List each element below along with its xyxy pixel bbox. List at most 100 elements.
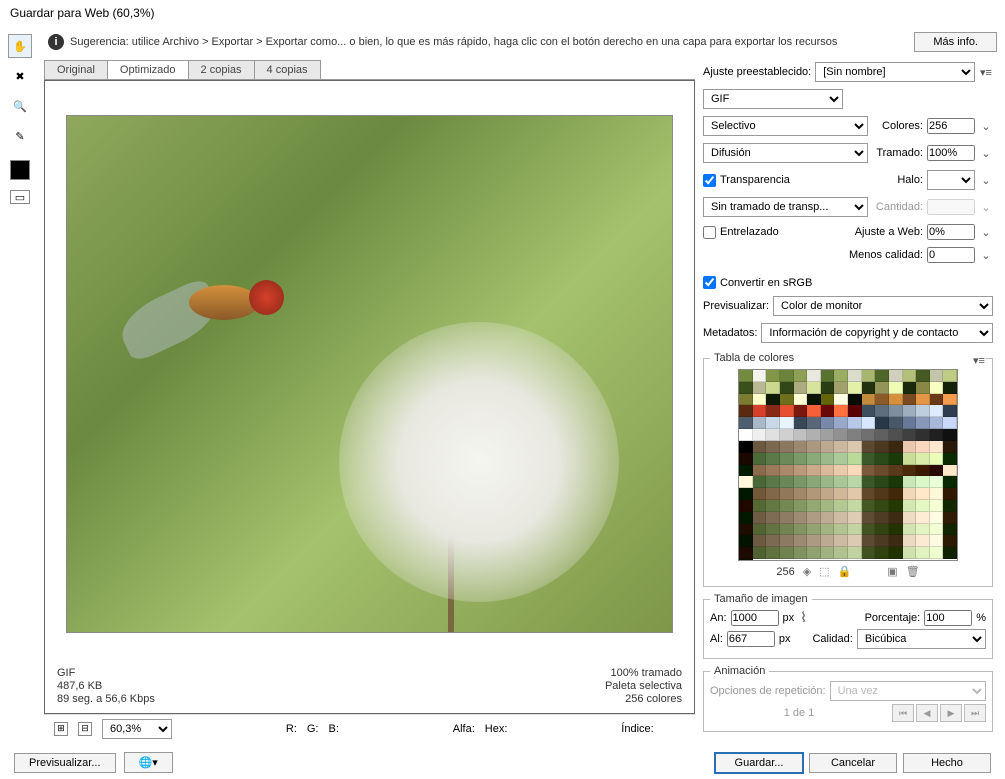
color-swatch[interactable] <box>875 488 889 500</box>
color-swatch[interactable] <box>821 476 835 488</box>
color-swatch[interactable] <box>739 382 753 394</box>
color-swatch[interactable] <box>821 488 835 500</box>
color-swatch[interactable] <box>821 524 835 536</box>
color-swatch[interactable] <box>889 500 903 512</box>
color-swatch[interactable] <box>766 370 780 382</box>
color-swatch[interactable] <box>834 441 848 453</box>
color-swatch[interactable] <box>875 382 889 394</box>
color-swatch[interactable] <box>821 370 835 382</box>
color-swatch[interactable] <box>930 382 944 394</box>
color-swatch[interactable] <box>903 488 917 500</box>
color-swatch[interactable] <box>834 429 848 441</box>
color-swatch[interactable] <box>834 370 848 382</box>
color-swatch[interactable] <box>780 547 794 559</box>
color-swatch[interactable] <box>794 547 808 559</box>
color-swatch[interactable] <box>766 547 780 559</box>
color-swatch[interactable] <box>848 394 862 406</box>
color-swatch[interactable] <box>739 524 753 536</box>
color-swatch[interactable] <box>903 476 917 488</box>
color-swatch[interactable] <box>753 476 767 488</box>
color-swatch[interactable] <box>848 441 862 453</box>
color-swatch[interactable] <box>862 488 876 500</box>
color-swatch[interactable] <box>766 394 780 406</box>
color-swatch[interactable] <box>821 465 835 477</box>
dither-input[interactable] <box>927 145 975 161</box>
color-swatch[interactable] <box>807 500 821 512</box>
color-swatch[interactable] <box>834 512 848 524</box>
color-swatch[interactable] <box>848 512 862 524</box>
color-swatch[interactable] <box>903 524 917 536</box>
matte-stepper-icon[interactable]: ⌄ <box>979 174 993 187</box>
color-swatch[interactable] <box>848 500 862 512</box>
color-swatch[interactable] <box>889 394 903 406</box>
color-swatch[interactable] <box>862 512 876 524</box>
color-swatch[interactable] <box>848 488 862 500</box>
color-swatch[interactable] <box>916 512 930 524</box>
color-swatch[interactable] <box>848 417 862 429</box>
color-swatch[interactable] <box>916 547 930 559</box>
slice-tool[interactable]: ✖ <box>8 64 32 88</box>
quality-select[interactable]: Bicúbica <box>857 629 986 649</box>
tab-2up[interactable]: 2 copias <box>188 60 255 79</box>
color-swatch[interactable] <box>766 429 780 441</box>
color-swatch[interactable] <box>848 429 862 441</box>
reduction-select[interactable]: Selectivo <box>703 116 868 136</box>
color-swatch[interactable] <box>903 512 917 524</box>
color-swatch[interactable] <box>780 405 794 417</box>
color-swatch[interactable] <box>739 500 753 512</box>
color-swatch[interactable] <box>848 547 862 559</box>
color-swatch[interactable] <box>753 441 767 453</box>
color-swatch[interactable] <box>766 382 780 394</box>
color-swatch[interactable] <box>889 535 903 547</box>
color-swatch[interactable] <box>916 524 930 536</box>
color-swatch[interactable] <box>930 476 944 488</box>
color-swatch[interactable] <box>794 535 808 547</box>
color-swatch[interactable] <box>780 453 794 465</box>
color-swatch[interactable] <box>807 547 821 559</box>
color-swatch[interactable] <box>930 524 944 536</box>
color-swatch[interactable] <box>794 382 808 394</box>
color-swatch[interactable] <box>807 512 821 524</box>
color-swatch[interactable] <box>889 429 903 441</box>
color-swatch[interactable] <box>916 417 930 429</box>
color-swatch[interactable] <box>794 524 808 536</box>
color-swatch[interactable] <box>943 465 957 477</box>
color-swatch[interactable] <box>875 441 889 453</box>
color-swatch[interactable] <box>930 370 944 382</box>
color-table-grid[interactable] <box>738 369 958 561</box>
lossy-stepper-icon[interactable]: ⌄ <box>979 249 993 262</box>
color-swatch[interactable] <box>834 535 848 547</box>
color-swatch[interactable] <box>916 535 930 547</box>
color-swatch[interactable] <box>753 405 767 417</box>
color-swatch[interactable] <box>834 488 848 500</box>
color-swatch[interactable] <box>862 441 876 453</box>
color-swatch[interactable] <box>916 394 930 406</box>
toggle-slices-icon[interactable]: ▭ <box>10 190 30 204</box>
colortable-menu-icon[interactable]: ▾≡ <box>972 354 986 367</box>
colors-input[interactable] <box>927 118 975 134</box>
color-swatch[interactable] <box>916 476 930 488</box>
eyedropper-color-swatch[interactable] <box>10 160 30 180</box>
color-swatch[interactable] <box>930 429 944 441</box>
color-swatch[interactable] <box>943 488 957 500</box>
color-swatch[interactable] <box>821 382 835 394</box>
color-swatch[interactable] <box>766 453 780 465</box>
color-swatch[interactable] <box>875 465 889 477</box>
color-swatch[interactable] <box>903 500 917 512</box>
color-swatch[interactable] <box>794 394 808 406</box>
color-swatch[interactable] <box>834 524 848 536</box>
color-swatch[interactable] <box>848 465 862 477</box>
color-swatch[interactable] <box>930 488 944 500</box>
color-swatch[interactable] <box>753 453 767 465</box>
color-swatch[interactable] <box>875 394 889 406</box>
color-swatch[interactable] <box>889 547 903 559</box>
color-swatch[interactable] <box>739 441 753 453</box>
color-swatch[interactable] <box>821 512 835 524</box>
color-swatch[interactable] <box>943 417 957 429</box>
color-swatch[interactable] <box>834 382 848 394</box>
color-swatch[interactable] <box>766 524 780 536</box>
color-swatch[interactable] <box>807 476 821 488</box>
color-swatch[interactable] <box>794 417 808 429</box>
color-swatch[interactable] <box>862 465 876 477</box>
color-swatch[interactable] <box>848 453 862 465</box>
